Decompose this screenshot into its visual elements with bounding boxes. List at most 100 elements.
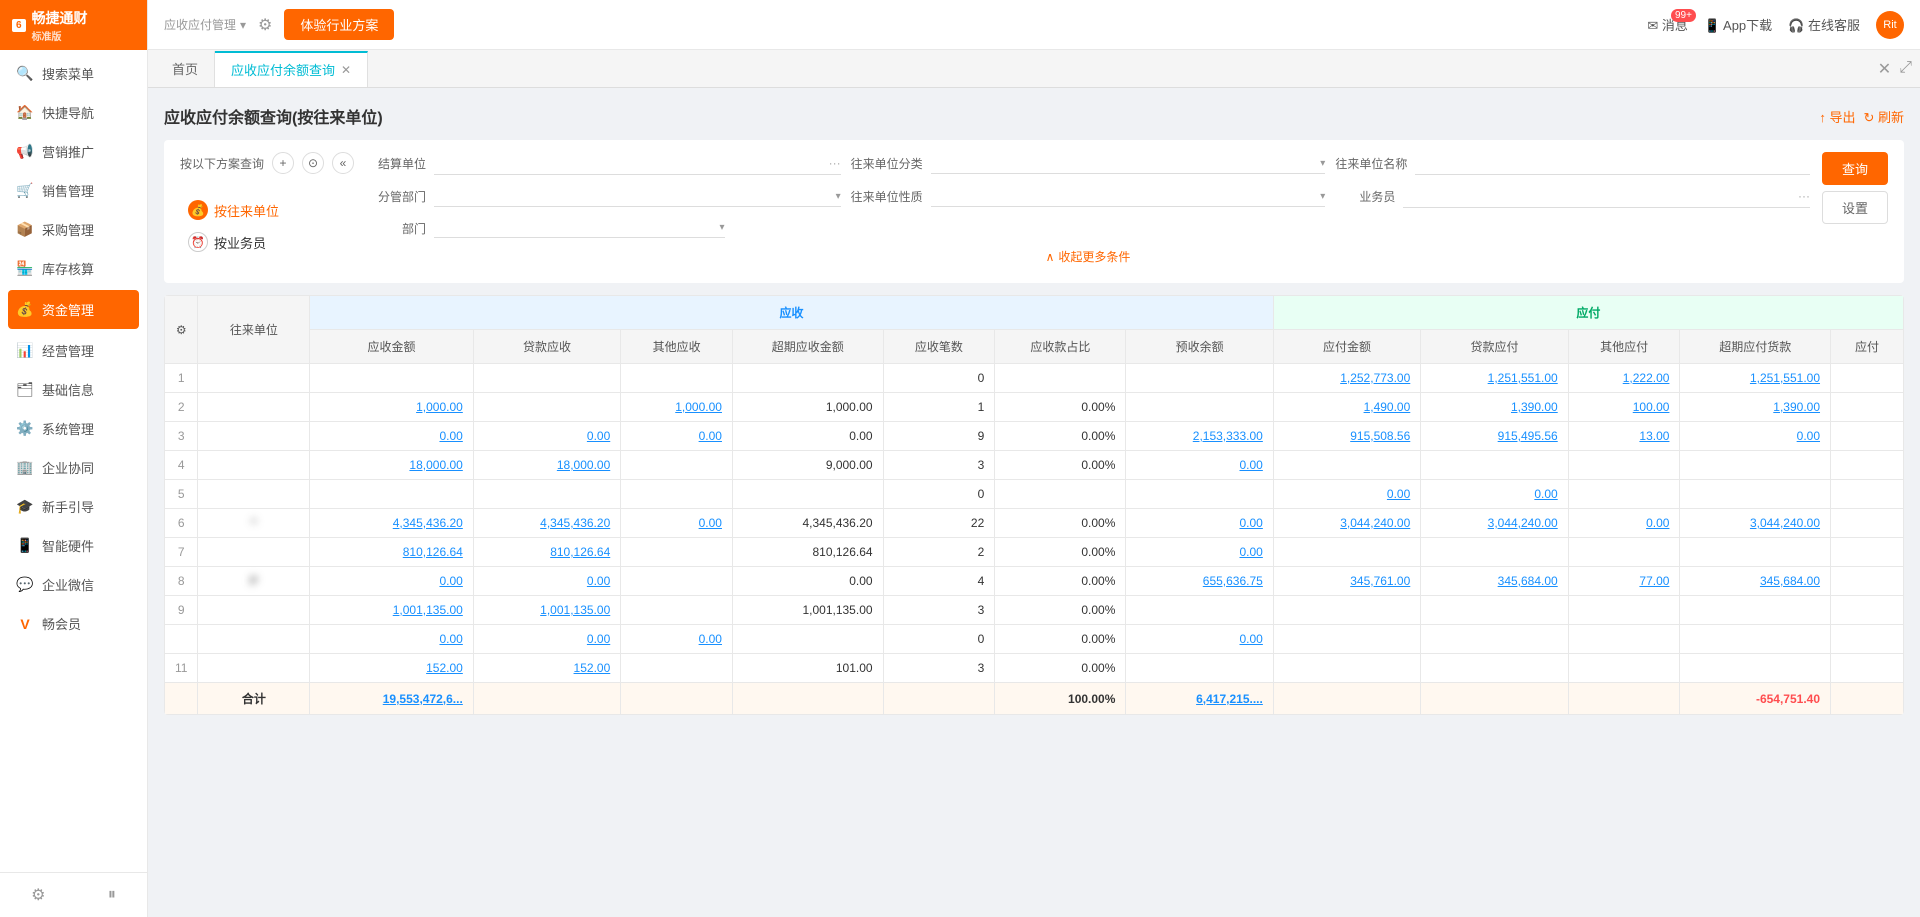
ap-overdue-cell[interactable] xyxy=(1680,480,1831,509)
ap-overdue-cell[interactable] xyxy=(1680,538,1831,567)
ap-amount-cell[interactable]: 345,761.00 xyxy=(1273,567,1420,596)
ap-loan-cell[interactable] xyxy=(1421,625,1568,654)
ar-amount-cell[interactable]: 0.00 xyxy=(310,567,474,596)
export-button[interactable]: ↑ 导出 xyxy=(1819,107,1855,126)
ar-loan-cell[interactable]: 0.00 xyxy=(473,567,620,596)
ap-amount-cell[interactable]: 3,044,240.00 xyxy=(1273,509,1420,538)
query-mode-by-unit[interactable]: 💰 按往来单位 xyxy=(180,196,354,224)
ap-overdue-cell[interactable]: 3,044,240.00 xyxy=(1680,509,1831,538)
ar-loan-cell[interactable] xyxy=(473,364,620,393)
ar-other-cell[interactable]: 0.00 xyxy=(621,509,733,538)
ap-amount-cell[interactable]: 1,490.00 xyxy=(1273,393,1420,422)
tab-ar-ap[interactable]: 应收应付余额查询 ✕ xyxy=(215,51,368,87)
ap-overdue-cell[interactable] xyxy=(1680,654,1831,683)
ar-amount-cell[interactable] xyxy=(310,480,474,509)
ar-prepay-cell[interactable]: 2,153,333.00 xyxy=(1126,422,1273,451)
tab-close-icon[interactable]: ✕ xyxy=(341,63,351,77)
ar-prepay-cell[interactable] xyxy=(1126,393,1273,422)
ar-prepay-cell[interactable]: 655,636.75 xyxy=(1126,567,1273,596)
sidebar-item-sales[interactable]: 🛒 销售管理 xyxy=(0,171,147,210)
ar-prepay-cell[interactable]: 0.00 xyxy=(1126,451,1273,480)
solution-button[interactable]: 体验行业方案 xyxy=(284,9,394,40)
field-select-dept[interactable]: ▾ xyxy=(434,187,841,207)
online-service-btn[interactable]: 🎧 在线客服 xyxy=(1788,15,1860,34)
ap-amount-cell[interactable]: 0.00 xyxy=(1273,480,1420,509)
ap-loan-cell[interactable] xyxy=(1421,654,1568,683)
ar-other-cell[interactable] xyxy=(621,596,733,625)
field-input-unit-name[interactable] xyxy=(1415,152,1810,175)
ap-loan-cell[interactable] xyxy=(1421,451,1568,480)
field-select-department[interactable]: ▾ xyxy=(434,218,724,238)
sidebar-item-purchase[interactable]: 📦 采购管理 xyxy=(0,210,147,249)
field-select-nature[interactable]: ▾ xyxy=(931,187,1326,207)
ar-amount-cell[interactable]: 1,001,135.00 xyxy=(310,596,474,625)
query-mode-by-staff[interactable]: ⏰ 按业务员 xyxy=(180,228,354,256)
ar-amount-cell[interactable]: 810,126.64 xyxy=(310,538,474,567)
ap-loan-cell[interactable] xyxy=(1421,596,1568,625)
ar-amount-cell[interactable]: 0.00 xyxy=(310,422,474,451)
ar-loan-cell[interactable] xyxy=(473,480,620,509)
ap-amount-cell[interactable] xyxy=(1273,654,1420,683)
ar-other-cell[interactable]: 1,000.00 xyxy=(621,393,733,422)
ap-amount-cell[interactable] xyxy=(1273,538,1420,567)
breadcrumb-dropdown-icon[interactable]: ▾ xyxy=(240,18,246,32)
settings-col-header[interactable]: ⚙ xyxy=(165,296,198,364)
ap-other-cell[interactable] xyxy=(1568,654,1680,683)
ar-amount-cell[interactable]: 1,000.00 xyxy=(310,393,474,422)
ar-amount-cell[interactable]: 4,345,436.20 xyxy=(310,509,474,538)
ap-loan-cell[interactable]: 1,251,551.00 xyxy=(1421,364,1568,393)
ar-loan-cell[interactable]: 810,126.64 xyxy=(473,538,620,567)
ar-other-cell[interactable] xyxy=(621,538,733,567)
app-download-btn[interactable]: 📱 App下载 xyxy=(1704,15,1772,34)
sidebar-item-search-menu[interactable]: 🔍 搜索菜单 xyxy=(0,54,147,93)
sidebar-item-inventory[interactable]: 🏪 库存核算 xyxy=(0,249,147,288)
ap-other-cell[interactable] xyxy=(1568,480,1680,509)
sidebar-item-enterprise[interactable]: 🏢 企业协同 xyxy=(0,448,147,487)
sidebar-item-system[interactable]: ⚙️ 系统管理 xyxy=(0,409,147,448)
sidebar-item-quick-nav[interactable]: 🏠 快捷导航 xyxy=(0,93,147,132)
setting-button[interactable]: 设置 xyxy=(1822,191,1888,224)
header-gear-icon[interactable]: ⚙ xyxy=(258,15,272,35)
ap-loan-cell[interactable]: 1,390.00 xyxy=(1421,393,1568,422)
ap-other-cell[interactable] xyxy=(1568,451,1680,480)
ap-overdue-cell[interactable]: 1,251,551.00 xyxy=(1680,364,1831,393)
field-input-settlement[interactable]: ··· xyxy=(434,152,841,175)
sidebar-collapse-btn[interactable]: ⏸ xyxy=(108,886,116,904)
user-avatar[interactable]: Rit xyxy=(1876,11,1904,39)
ap-loan-cell[interactable] xyxy=(1421,538,1568,567)
ap-overdue-cell[interactable] xyxy=(1680,596,1831,625)
ar-loan-cell[interactable] xyxy=(473,393,620,422)
sidebar-item-operation[interactable]: 📊 经营管理 xyxy=(0,331,147,370)
ar-other-cell[interactable] xyxy=(621,654,733,683)
ap-overdue-cell[interactable] xyxy=(1680,451,1831,480)
sidebar-item-basic[interactable]: 🗂 基础信息 xyxy=(0,370,147,409)
sidebar-item-marketing[interactable]: 📢 营销推广 xyxy=(0,132,147,171)
ap-other-cell[interactable] xyxy=(1568,596,1680,625)
ap-amount-cell[interactable]: 1,252,773.00 xyxy=(1273,364,1420,393)
ar-prepay-cell[interactable] xyxy=(1126,480,1273,509)
ap-other-cell[interactable]: 77.00 xyxy=(1568,567,1680,596)
ap-loan-cell[interactable]: 3,044,240.00 xyxy=(1421,509,1568,538)
field-input-salesperson[interactable]: ··· xyxy=(1403,185,1810,208)
field-select-category[interactable]: ▾ xyxy=(931,154,1326,174)
ar-loan-cell[interactable]: 4,345,436.20 xyxy=(473,509,620,538)
query-button[interactable]: 查询 xyxy=(1822,152,1888,185)
tab-home[interactable]: 首页 xyxy=(156,51,215,87)
ar-loan-cell[interactable]: 152.00 xyxy=(473,654,620,683)
ap-overdue-cell[interactable]: 345,684.00 xyxy=(1680,567,1831,596)
ap-other-cell[interactable] xyxy=(1568,625,1680,654)
ap-other-cell[interactable]: 100.00 xyxy=(1568,393,1680,422)
ar-amount-cell[interactable]: 18,000.00 xyxy=(310,451,474,480)
ap-other-cell[interactable] xyxy=(1568,538,1680,567)
notification-area[interactable]: ✉ 消息 99+ xyxy=(1647,15,1688,34)
ar-loan-cell[interactable]: 18,000.00 xyxy=(473,451,620,480)
ap-other-cell[interactable]: 1,222.00 xyxy=(1568,364,1680,393)
ar-amount-cell[interactable]: 0.00 xyxy=(310,625,474,654)
tab-maximize-icon[interactable]: ⤢ xyxy=(1899,59,1912,79)
ap-overdue-cell[interactable] xyxy=(1680,625,1831,654)
ar-other-cell[interactable]: 0.00 xyxy=(621,422,733,451)
ar-prepay-cell[interactable]: 0.00 xyxy=(1126,625,1273,654)
sidebar-item-wechat[interactable]: 💬 企业微信 xyxy=(0,565,147,604)
collapse-bar[interactable]: ∧ 收起更多条件 xyxy=(366,242,1810,271)
ap-overdue-cell[interactable]: 1,390.00 xyxy=(1680,393,1831,422)
